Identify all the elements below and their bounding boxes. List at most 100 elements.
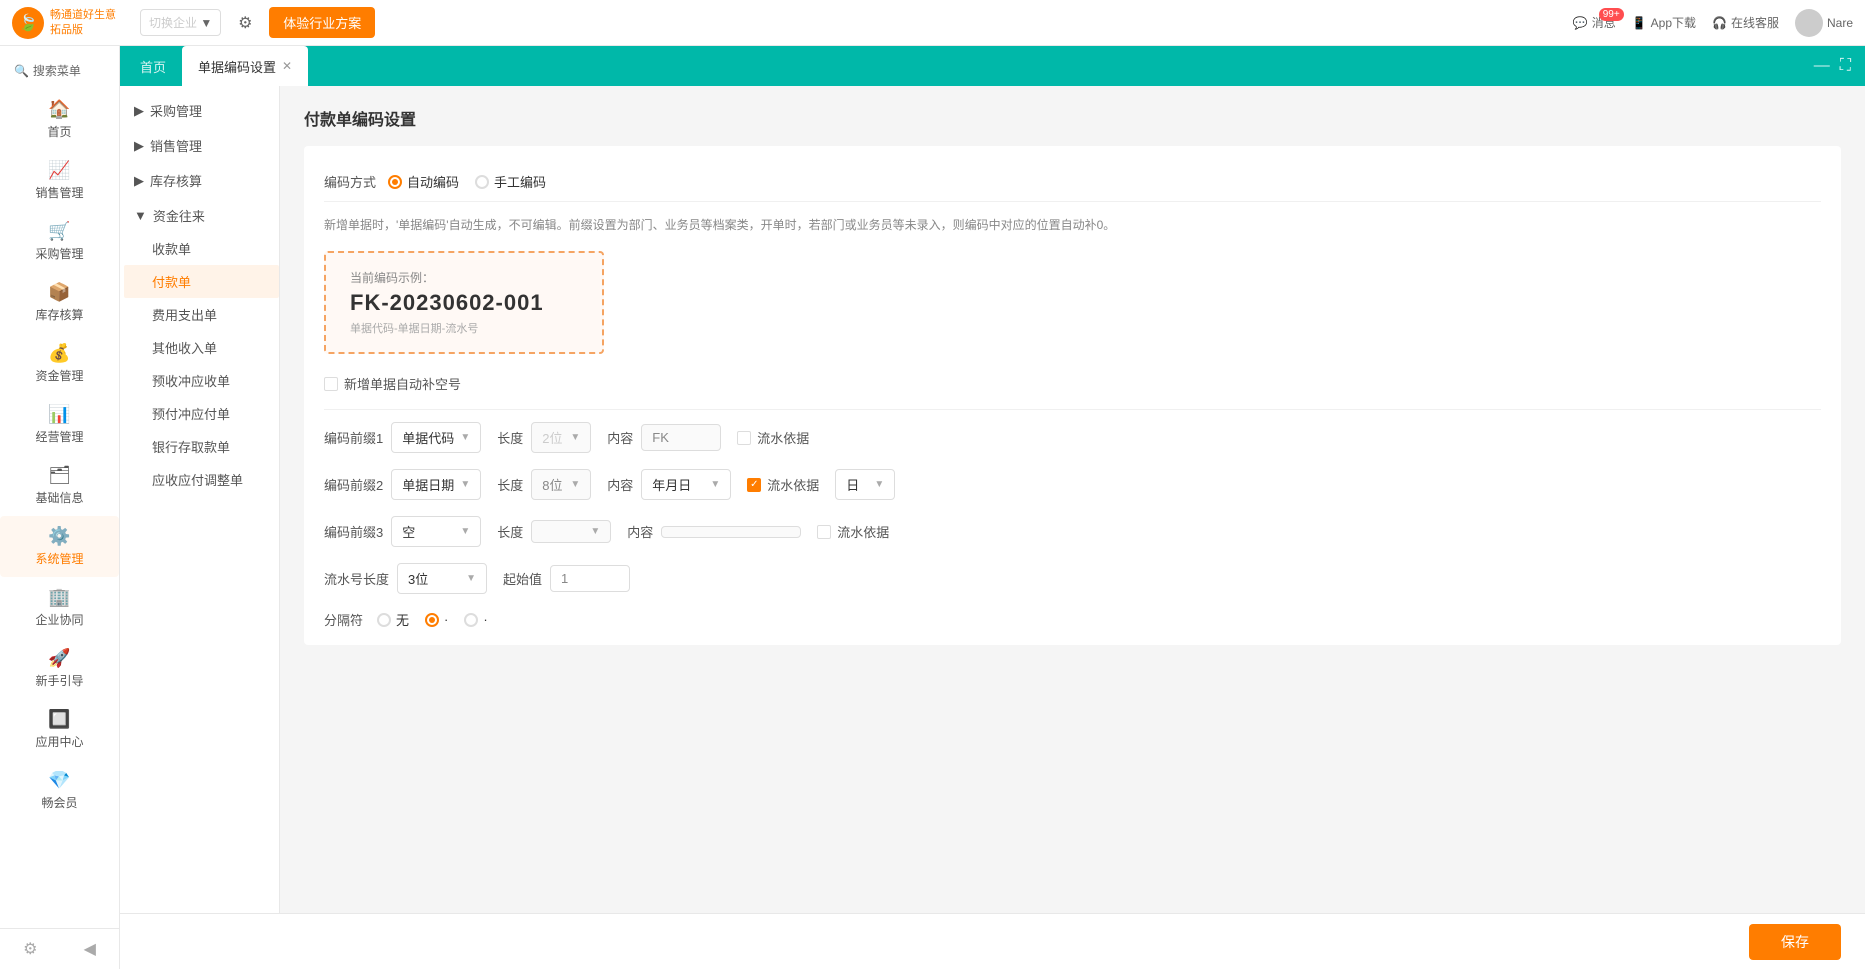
nav-arrow-cashflow: ▼ bbox=[134, 208, 147, 223]
nav-children-cashflow: 收款单 付款单 费用支出单 其他收入单 预收冲应收单 预付冲应付单 银行存取款单… bbox=[120, 232, 279, 496]
sidebar-item-operation[interactable]: 📊 经营管理 bbox=[0, 394, 119, 455]
sidebar-item-guide[interactable]: 🚀 新手引导 bbox=[0, 638, 119, 699]
info-text: 新增单据时，'单据编码'自动生成，不可编辑。前缀设置为部门、业务员等档案类，开单… bbox=[324, 216, 1821, 235]
save-button[interactable]: 保存 bbox=[1749, 924, 1841, 960]
nav-arrow-sales: ▶ bbox=[134, 138, 144, 154]
operation-icon: 📊 bbox=[48, 404, 70, 425]
prefix3-serial-checkbox[interactable] bbox=[817, 525, 831, 539]
nav-arrow-purchase: ▶ bbox=[134, 103, 144, 119]
online-service-action[interactable]: 🎧 在线客服 bbox=[1712, 14, 1779, 31]
nav-group-purchase-header[interactable]: ▶ 采购管理 bbox=[120, 94, 279, 127]
tab-bar-right: — ⛶ bbox=[1814, 57, 1861, 75]
prefix3-length-field: 长度 ▼ bbox=[497, 520, 611, 543]
prefix3-serial-row[interactable]: 流水依据 bbox=[817, 522, 889, 541]
prefix1-row: 编码前缀1 单据代码 ▼ 长度 2位 ▼ bbox=[324, 422, 1821, 453]
serial-length-row: 流水号长度 3位 ▼ 起始值 1 bbox=[324, 563, 1821, 594]
prefix1-length-label: 长度 bbox=[497, 428, 523, 447]
sidebar-collapse-btn[interactable]: ◀ bbox=[84, 939, 96, 959]
tab-bar: 首页 单据编码设置 ✕ — ⛶ bbox=[120, 46, 1865, 86]
prefix1-serial-row[interactable]: 流水依据 bbox=[737, 428, 809, 447]
tab-minimize-icon[interactable]: — bbox=[1814, 57, 1830, 75]
message-action[interactable]: 💬 消息 99+ bbox=[1573, 14, 1616, 31]
main-content: ▶ 采购管理 ▶ 销售管理 ▶ 库存核算 bbox=[120, 86, 1865, 969]
sep-none-option[interactable]: 无 bbox=[377, 610, 409, 629]
manual-encoding-option[interactable]: 手工编码 bbox=[475, 172, 546, 191]
tab-close-icon[interactable]: ✕ bbox=[282, 59, 292, 73]
prefix3-field: 编码前缀3 空 ▼ bbox=[324, 516, 481, 547]
finance-icon: 💰 bbox=[48, 343, 70, 364]
sep-dot-option[interactable]: · bbox=[425, 612, 448, 627]
prefix2-length-select[interactable]: 8位 ▼ bbox=[531, 469, 591, 500]
serial-length-select[interactable]: 3位 ▼ bbox=[397, 563, 487, 594]
sidebar-search[interactable]: 🔍 搜索菜单 bbox=[6, 56, 113, 85]
sidebar-item-finance[interactable]: 💰 资金管理 bbox=[0, 333, 119, 394]
sidebar-item-purchase[interactable]: 🛒 采购管理 bbox=[0, 211, 119, 272]
prefix3-select[interactable]: 空 ▼ bbox=[391, 516, 481, 547]
nav-item-prepay-payable[interactable]: 预付冲应付单 bbox=[124, 397, 279, 430]
sidebar-item-inventory[interactable]: 📦 库存核算 bbox=[0, 272, 119, 333]
nav-item-bank-deposit[interactable]: 银行存取款单 bbox=[124, 430, 279, 463]
top-header: 🍃 畅通道好生意 拓品版 切换企业 ▼ ⚙ 体验行业方案 💬 消息 99+ 📱 … bbox=[0, 0, 1865, 46]
sidebar-item-system[interactable]: ⚙️ 系统管理 bbox=[0, 516, 119, 577]
gear-button[interactable]: ⚙ bbox=[231, 9, 259, 37]
nav-item-prepay-receivable[interactable]: 预收冲应收单 bbox=[124, 364, 279, 397]
prefix2-field: 编码前缀2 单据日期 ▼ bbox=[324, 469, 481, 500]
prefix2-content-field: 内容 年月日 ▼ bbox=[607, 469, 731, 500]
auto-fill-checkbox-row[interactable]: 新增单据自动补空号 bbox=[324, 374, 1821, 393]
apps-icon: 🔲 bbox=[48, 709, 70, 730]
nav-group-cashflow-header[interactable]: ▼ 资金往来 bbox=[120, 199, 279, 232]
sidebar-item-sales[interactable]: 📈 销售管理 bbox=[0, 150, 119, 211]
nav-group-inventory-header[interactable]: ▶ 库存核算 bbox=[120, 164, 279, 197]
encoding-radio-group: 自动编码 手工编码 bbox=[388, 172, 546, 191]
tab-home[interactable]: 首页 bbox=[124, 46, 182, 86]
prefix1-serial-checkbox[interactable] bbox=[737, 431, 751, 445]
company-dropdown[interactable]: 切换企业 ▼ bbox=[140, 9, 221, 36]
prefix3-content-label: 内容 bbox=[627, 522, 653, 541]
nav-item-other-income[interactable]: 其他收入单 bbox=[124, 331, 279, 364]
nav-item-payment[interactable]: 付款单 bbox=[124, 265, 279, 298]
sidebar: 🔍 搜索菜单 🏠 首页 📈 销售管理 🛒 采购管理 📦 库存核算 💰 资金管理 … bbox=[0, 46, 120, 969]
auto-fill-checkbox[interactable] bbox=[324, 377, 338, 391]
sidebar-item-member[interactable]: 💎 畅会员 bbox=[0, 760, 119, 821]
prefix3-content-value bbox=[661, 526, 801, 538]
sidebar-item-home[interactable]: 🏠 首页 bbox=[0, 89, 119, 150]
prefix3-length-select[interactable]: ▼ bbox=[531, 520, 611, 543]
encoding-method-label: 编码方式 bbox=[324, 172, 376, 191]
nav-item-adjustment[interactable]: 应收应付调整单 bbox=[124, 463, 279, 496]
sep-dot2-option[interactable]: · bbox=[464, 612, 487, 627]
preview-code: FK-20230602-001 bbox=[350, 290, 578, 316]
auto-encoding-option[interactable]: 自动编码 bbox=[388, 172, 459, 191]
prefix2-row: 编码前缀2 单据日期 ▼ 长度 8位 ▼ bbox=[324, 469, 1821, 500]
prefix2-select[interactable]: 单据日期 ▼ bbox=[391, 469, 481, 500]
home-icon: 🏠 bbox=[48, 99, 70, 120]
sidebar-settings-btn[interactable]: ⚙ bbox=[23, 939, 37, 959]
tab-expand-icon[interactable]: ⛶ bbox=[1840, 57, 1851, 75]
nav-group-sales-header[interactable]: ▶ 销售管理 bbox=[120, 129, 279, 162]
tab-serial-setting[interactable]: 单据编码设置 ✕ bbox=[182, 46, 308, 86]
separator-radio-group: 无 · · bbox=[377, 610, 488, 629]
message-badge: 99+ bbox=[1599, 8, 1624, 21]
bottom-bar: 保存 bbox=[120, 913, 1865, 969]
main-layout: 🔍 搜索菜单 🏠 首页 📈 销售管理 🛒 采购管理 📦 库存核算 💰 资金管理 … bbox=[0, 46, 1865, 969]
nav-item-expense[interactable]: 费用支出单 bbox=[124, 298, 279, 331]
prefix1-select[interactable]: 单据代码 ▼ bbox=[391, 422, 481, 453]
trial-button[interactable]: 体验行业方案 bbox=[269, 7, 375, 38]
prefix2-serial-row[interactable]: ✓ 流水依据 bbox=[747, 475, 819, 494]
prefix2-serial-unit-select[interactable]: 日 ▼ bbox=[835, 469, 895, 500]
search-icon: 🔍 bbox=[14, 64, 29, 78]
nav-item-receipt[interactable]: 收款单 bbox=[124, 232, 279, 265]
serial-length-field: 流水号长度 3位 ▼ bbox=[324, 563, 487, 594]
prefix2-length-label: 长度 bbox=[497, 475, 523, 494]
app-download-action[interactable]: 📱 App下载 bbox=[1632, 14, 1696, 31]
content-area: 首页 单据编码设置 ✕ — ⛶ ▶ 采购管理 bbox=[120, 46, 1865, 969]
user-info[interactable]: Nare bbox=[1795, 9, 1853, 37]
system-icon: ⚙️ bbox=[48, 526, 70, 547]
prefix2-serial-checkbox[interactable]: ✓ bbox=[747, 478, 761, 492]
prefix2-content-select[interactable]: 年月日 ▼ bbox=[641, 469, 731, 500]
prefix1-content-label: 内容 bbox=[607, 428, 633, 447]
sidebar-item-apps[interactable]: 🔲 应用中心 bbox=[0, 699, 119, 760]
sidebar-item-basicinfo[interactable]: 🗂 基础信息 bbox=[0, 455, 119, 516]
sidebar-item-enterprise[interactable]: 🏢 企业协同 bbox=[0, 577, 119, 638]
prefix1-length-select[interactable]: 2位 ▼ bbox=[531, 422, 591, 453]
inventory-icon: 📦 bbox=[48, 282, 70, 303]
